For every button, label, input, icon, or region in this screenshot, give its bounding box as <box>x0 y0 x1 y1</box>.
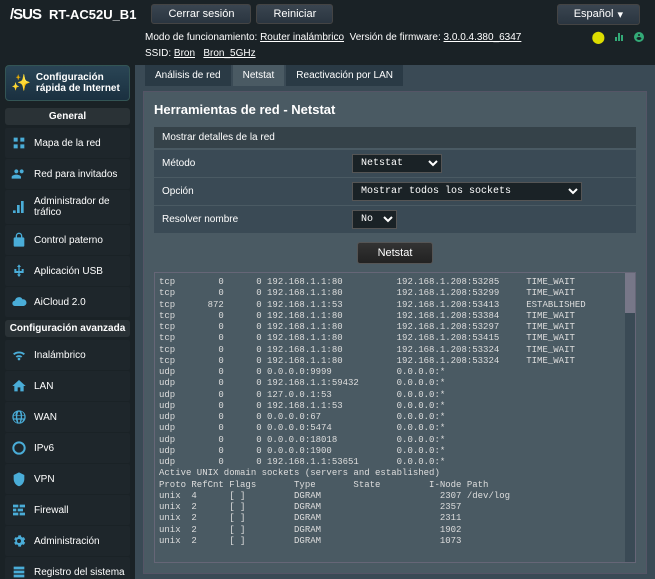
sidebar-item-label: LAN <box>34 381 53 392</box>
quick-setup-label: Configuración rápida de Internet <box>36 72 124 94</box>
home-icon <box>10 377 28 395</box>
sidebar-item-guest-network[interactable]: Red para invitados <box>5 159 130 189</box>
firmware-line: Modo de funcionamiento: Router inalámbri… <box>0 28 655 46</box>
resolve-select[interactable]: No <box>352 210 397 229</box>
sidebar-item-usb[interactable]: Aplicación USB <box>5 256 130 286</box>
firewall-icon <box>10 501 28 519</box>
globe-icon <box>10 408 28 426</box>
general-heading: General <box>5 108 130 125</box>
vpn-icon <box>10 470 28 488</box>
sidebar-item-label: Aplicación USB <box>34 266 103 277</box>
tab-netstat[interactable]: Netstat <box>233 65 285 86</box>
tab-wol[interactable]: Reactivación por LAN <box>286 65 403 86</box>
traffic-icon <box>10 198 28 216</box>
sidebar-item-wireless[interactable]: Inalámbrico <box>5 340 130 370</box>
reboot-button[interactable]: Reiniciar <box>256 4 333 24</box>
sidebar-item-parental[interactable]: Control paterno <box>5 225 130 255</box>
row-option: Opción Mostrar todos los sockets <box>154 178 636 205</box>
netstat-button[interactable]: Netstat <box>357 242 434 264</box>
log-icon <box>10 563 28 579</box>
sidebar-item-label: Mapa de la red <box>34 138 101 149</box>
sidebar-item-label: Red para invitados <box>34 169 117 180</box>
option-select[interactable]: Mostrar todos los sockets <box>352 182 582 201</box>
ipv6-icon <box>10 439 28 457</box>
settings-status-icon <box>633 31 645 43</box>
sidebar: ✨ Configuración rápida de Internet Gener… <box>0 65 135 579</box>
tab-network-analysis[interactable]: Análisis de red <box>145 65 231 86</box>
model-name: RT-AC52U_B1 <box>49 7 136 22</box>
sidebar-item-label: VPN <box>34 474 55 485</box>
page-title: Herramientas de red - Netstat <box>154 102 636 117</box>
advanced-heading: Configuración avanzada <box>5 320 130 337</box>
usb-icon <box>10 262 28 280</box>
cloud-icon <box>10 293 28 311</box>
method-select[interactable]: Netstat <box>352 154 442 173</box>
content-panel: Herramientas de red - Netstat Mostrar de… <box>143 91 647 574</box>
option-label: Opción <box>162 186 352 197</box>
sidebar-item-label: IPv6 <box>34 443 54 454</box>
wifi-icon <box>10 346 28 364</box>
wand-icon: ✨ <box>11 73 31 93</box>
resolve-label: Resolver nombre <box>162 214 352 225</box>
sidebar-item-label: Registro del sistema <box>34 567 125 578</box>
link-status-icon <box>613 31 625 43</box>
ssid-line: SSID: Bron Bron_5GHz <box>0 46 655 65</box>
sidebar-item-label: Control paterno <box>34 235 103 246</box>
brand-logo: /SUS <box>10 6 41 23</box>
sidebar-item-label: AiCloud 2.0 <box>34 297 86 308</box>
sidebar-item-aicloud[interactable]: AiCloud 2.0 <box>5 287 130 317</box>
sidebar-item-lan[interactable]: LAN <box>5 371 130 401</box>
output-container: tcp 0 0 192.168.1.1:80 192.168.1.208:532… <box>154 272 636 563</box>
guest-icon <box>10 165 28 183</box>
ssid-1: Bron <box>174 48 195 59</box>
sidebar-item-label: Administración <box>34 536 100 547</box>
sidebar-item-label: WAN <box>34 412 57 423</box>
chevron-down-icon: ▾ <box>617 8 623 21</box>
sidebar-item-traffic[interactable]: Administrador de tráfico <box>5 190 130 224</box>
sidebar-item-firewall[interactable]: Firewall <box>5 495 130 525</box>
section-header: Mostrar detalles de la red <box>154 127 636 148</box>
row-method: Método Netstat <box>154 150 636 177</box>
sidebar-item-vpn[interactable]: VPN <box>5 464 130 494</box>
admin-icon <box>10 532 28 550</box>
sidebar-item-wan[interactable]: WAN <box>5 402 130 432</box>
sidebar-item-admin[interactable]: Administración <box>5 526 130 556</box>
header-bar: /SUS RT-AC52U_B1 Cerrar sesión Reiniciar… <box>0 0 655 28</box>
logout-button[interactable]: Cerrar sesión <box>151 4 251 24</box>
language-button[interactable]: Español ▾ <box>557 4 640 25</box>
method-label: Método <box>162 158 352 169</box>
mode-link[interactable]: Router inalámbrico <box>260 32 344 43</box>
language-label: Español <box>574 8 614 20</box>
sidebar-item-ipv6[interactable]: IPv6 <box>5 433 130 463</box>
network-map-icon <box>10 134 28 152</box>
version-label: Versión de firmware: <box>350 32 441 43</box>
sidebar-item-label: Firewall <box>34 505 68 516</box>
ssid-label: SSID: <box>145 48 171 59</box>
ssid-2: Bron_5GHz <box>203 48 255 59</box>
main-panel: Análisis de red Netstat Reactivación por… <box>135 65 655 579</box>
scrollbar-track[interactable] <box>625 273 635 562</box>
quick-setup-button[interactable]: ✨ Configuración rápida de Internet <box>5 65 130 101</box>
sidebar-item-syslog[interactable]: Registro del sistema <box>5 557 130 579</box>
scrollbar-thumb[interactable] <box>625 273 635 313</box>
sidebar-item-label: Administrador de tráfico <box>34 196 125 218</box>
lock-icon <box>10 231 28 249</box>
sidebar-item-label: Inalámbrico <box>34 350 86 361</box>
usb-status-icon: ⬤ <box>592 30 605 44</box>
row-resolve: Resolver nombre No <box>154 206 636 233</box>
status-icons: ⬤ <box>592 30 645 44</box>
sidebar-item-network-map[interactable]: Mapa de la red <box>5 128 130 158</box>
tab-bar: Análisis de red Netstat Reactivación por… <box>135 65 655 86</box>
mode-label: Modo de funcionamiento: <box>145 32 257 43</box>
netstat-output[interactable]: tcp 0 0 192.168.1.1:80 192.168.1.208:532… <box>155 273 635 563</box>
action-row: Netstat <box>154 234 636 272</box>
version-link[interactable]: 3.0.0.4.380_6347 <box>444 32 522 43</box>
